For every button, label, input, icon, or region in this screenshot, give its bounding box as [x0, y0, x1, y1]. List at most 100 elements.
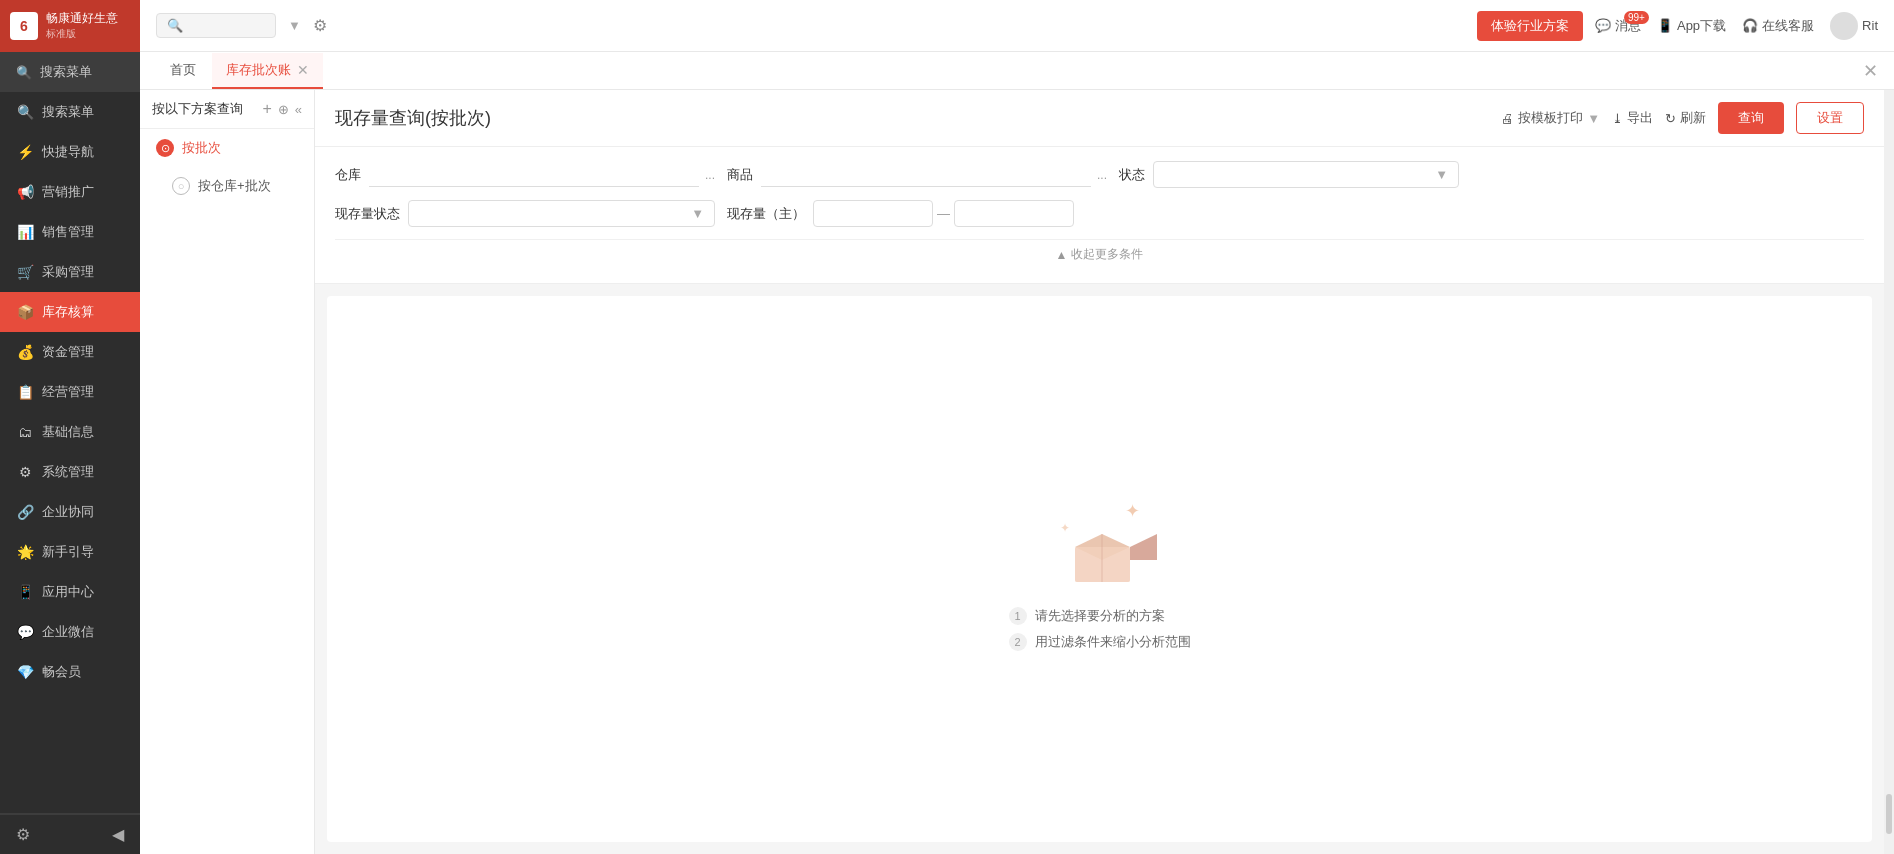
warehouse-more-btn[interactable]: ... [705, 168, 715, 182]
nav-label-purchase: 采购管理 [42, 263, 94, 281]
print-icon: 🖨 [1501, 111, 1514, 126]
sidebar-item-operation[interactable]: 📋 经营管理 [0, 372, 140, 412]
left-panel-collapse-icon[interactable]: « [295, 102, 302, 117]
sidebar-item-sales[interactable]: 📊 销售管理 [0, 212, 140, 252]
experience-btn[interactable]: 体验行业方案 [1477, 11, 1583, 41]
collapse-btn[interactable]: ▲ 收起更多条件 [335, 239, 1864, 269]
sidebar-item-newbie[interactable]: 🌟 新手引导 [0, 532, 140, 572]
nav-icon-system: ⚙ [16, 463, 34, 481]
empty-steps: 1 请先选择要分析的方案 2 用过滤条件来缩小分析范围 [1009, 607, 1191, 651]
close-tab-icon[interactable]: ✕ [1863, 60, 1878, 82]
topbar-dropdown[interactable]: ▼ [288, 18, 301, 33]
refresh-icon: ↻ [1665, 111, 1676, 126]
collapse-sidebar-icon[interactable]: ◀ [112, 825, 124, 844]
stock-qty-separator: — [933, 206, 954, 221]
sidebar-item-vip[interactable]: 💎 畅会员 [0, 652, 140, 692]
online-service-action[interactable]: 🎧 在线客服 [1742, 17, 1814, 35]
warehouse-label: 仓库 [335, 166, 361, 184]
sidebar-search[interactable]: 🔍 搜索菜单 [0, 52, 140, 92]
template-print-action[interactable]: 🖨 按模板打印 ▼ [1501, 109, 1600, 127]
app-logo: 6 [10, 12, 38, 40]
settings-btn[interactable]: 设置 [1796, 102, 1864, 134]
topbar-settings-icon[interactable]: ⚙ [313, 16, 327, 35]
app-title: 畅康通好生意 [46, 11, 118, 27]
left-panel-item-by-batch[interactable]: ⊙ 按批次 [140, 129, 314, 167]
print-dropdown-icon[interactable]: ▼ [1587, 111, 1600, 126]
nav-label-sales: 销售管理 [42, 223, 94, 241]
messages-action[interactable]: 💬 消息 99+ [1595, 17, 1641, 35]
empty-illustration: ✦ ✦ [1040, 487, 1160, 587]
sidebar-item-search[interactable]: 🔍 搜索菜单 [0, 92, 140, 132]
app-download-action[interactable]: 📱 App下载 [1657, 17, 1726, 35]
sidebar-item-apps[interactable]: 📱 应用中心 [0, 572, 140, 612]
step-2-text: 用过滤条件来缩小分析范围 [1035, 633, 1191, 651]
sidebar-item-finance[interactable]: 💰 资金管理 [0, 332, 140, 372]
empty-step-2: 2 用过滤条件来缩小分析范围 [1009, 633, 1191, 651]
main-area: 🔍 ▼ ⚙ 体验行业方案 💬 消息 99+ 📱 App下载 🎧 在线客服 [140, 0, 1894, 854]
filter-area: 仓库 ... 商品 ... 状态 ▼ [315, 147, 1884, 284]
sidebar-item-enterprise[interactable]: 🔗 企业协同 [0, 492, 140, 532]
status-select[interactable]: ▼ [1153, 161, 1459, 188]
nav-icon-finance: 💰 [16, 343, 34, 361]
nav-label-operation: 经营管理 [42, 383, 94, 401]
dropdown-arrow-icon: ▼ [288, 18, 301, 33]
stock-qty-from-input[interactable] [813, 200, 933, 227]
stock-qty-to-input[interactable] [954, 200, 1074, 227]
left-panel-item-by-warehouse-batch[interactable]: ○ 按仓库+批次 [140, 167, 314, 205]
goods-more-btn[interactable]: ... [1097, 168, 1107, 182]
status-label: 状态 [1119, 166, 1145, 184]
sidebar-item-purchase[interactable]: 🛒 采购管理 [0, 252, 140, 292]
left-panel-settings-icon[interactable]: ⊕ [278, 102, 289, 117]
user-name: Rit [1862, 18, 1878, 33]
step-1-num: 1 [1009, 607, 1027, 625]
export-action[interactable]: ⤓ 导出 [1612, 109, 1653, 127]
settings-icon[interactable]: ⚙ [16, 825, 30, 844]
sidebar-item-wechat[interactable]: 💬 企业微信 [0, 612, 140, 652]
warehouse-input[interactable] [369, 163, 699, 187]
stock-qty-filter: 现存量（主） — [727, 200, 1107, 227]
stock-status-select[interactable]: ▼ [408, 200, 715, 227]
nav-icon-sales: 📊 [16, 223, 34, 241]
collapse-up-icon: ▲ [1056, 248, 1068, 262]
topbar: 🔍 ▼ ⚙ 体验行业方案 💬 消息 99+ 📱 App下载 🎧 在线客服 [140, 0, 1894, 52]
goods-label: 商品 [727, 166, 753, 184]
sidebar-item-quick-nav[interactable]: ⚡ 快捷导航 [0, 132, 140, 172]
topbar-search[interactable]: 🔍 [156, 13, 276, 38]
left-panel-add-icon[interactable]: + [262, 100, 271, 118]
tab-inventory-batch[interactable]: 库存批次账 ✕ [212, 53, 323, 89]
search-icon: 🔍 [16, 65, 32, 80]
left-panel-header: 按以下方案查询 + ⊕ « [140, 90, 314, 129]
warehouse-filter: 仓库 ... [335, 163, 715, 187]
goods-input[interactable] [761, 163, 1091, 187]
right-scrollbar[interactable] [1884, 90, 1894, 854]
nav-icon-marketing: 📢 [16, 183, 34, 201]
sidebar-item-system[interactable]: ⚙ 系统管理 [0, 452, 140, 492]
nav-label-basic: 基础信息 [42, 423, 94, 441]
nav-icon-inventory: 📦 [16, 303, 34, 321]
template-print-label: 按模板打印 [1518, 109, 1583, 127]
nav-label-vip: 畅会员 [42, 663, 81, 681]
scroll-handle[interactable] [1886, 794, 1892, 834]
page-actions: 🖨 按模板打印 ▼ ⤓ 导出 ↻ 刷新 查询 设置 [1501, 102, 1864, 134]
sidebar-item-marketing[interactable]: 📢 营销推广 [0, 172, 140, 212]
stock-status-label: 现存量状态 [335, 205, 400, 223]
sidebar-item-inventory[interactable]: 📦 库存核算 [0, 292, 140, 332]
stock-status-filter: 现存量状态 ▼ [335, 200, 715, 227]
batch-dot: ⊙ [156, 139, 174, 157]
refresh-action[interactable]: ↻ 刷新 [1665, 109, 1706, 127]
query-btn[interactable]: 查询 [1718, 102, 1784, 134]
nav-label-apps: 应用中心 [42, 583, 94, 601]
left-panel-by-warehouse-batch-label: 按仓库+批次 [198, 177, 271, 195]
tab-home[interactable]: 首页 [156, 53, 210, 89]
nav-label-system: 系统管理 [42, 463, 94, 481]
collapse-label: 收起更多条件 [1071, 246, 1143, 263]
sidebar-item-basic[interactable]: 🗂 基础信息 [0, 412, 140, 452]
tab-home-label: 首页 [170, 61, 196, 79]
nav-label-enterprise: 企业协同 [42, 503, 94, 521]
sidebar: 6 畅康通好生意 标准版 🔍 搜索菜单 🔍 搜索菜单 ⚡ 快捷导航 📢 营销推广… [0, 0, 140, 854]
content-area: 按以下方案查询 + ⊕ « ⊙ 按批次 ○ 按仓库+批次 现存量查询(按批次) [140, 90, 1894, 854]
user-avatar-area[interactable]: Rit [1830, 12, 1878, 40]
topbar-search-icon: 🔍 [167, 18, 183, 33]
left-panel: 按以下方案查询 + ⊕ « ⊙ 按批次 ○ 按仓库+批次 [140, 90, 315, 854]
tab-close-icon[interactable]: ✕ [297, 63, 309, 77]
